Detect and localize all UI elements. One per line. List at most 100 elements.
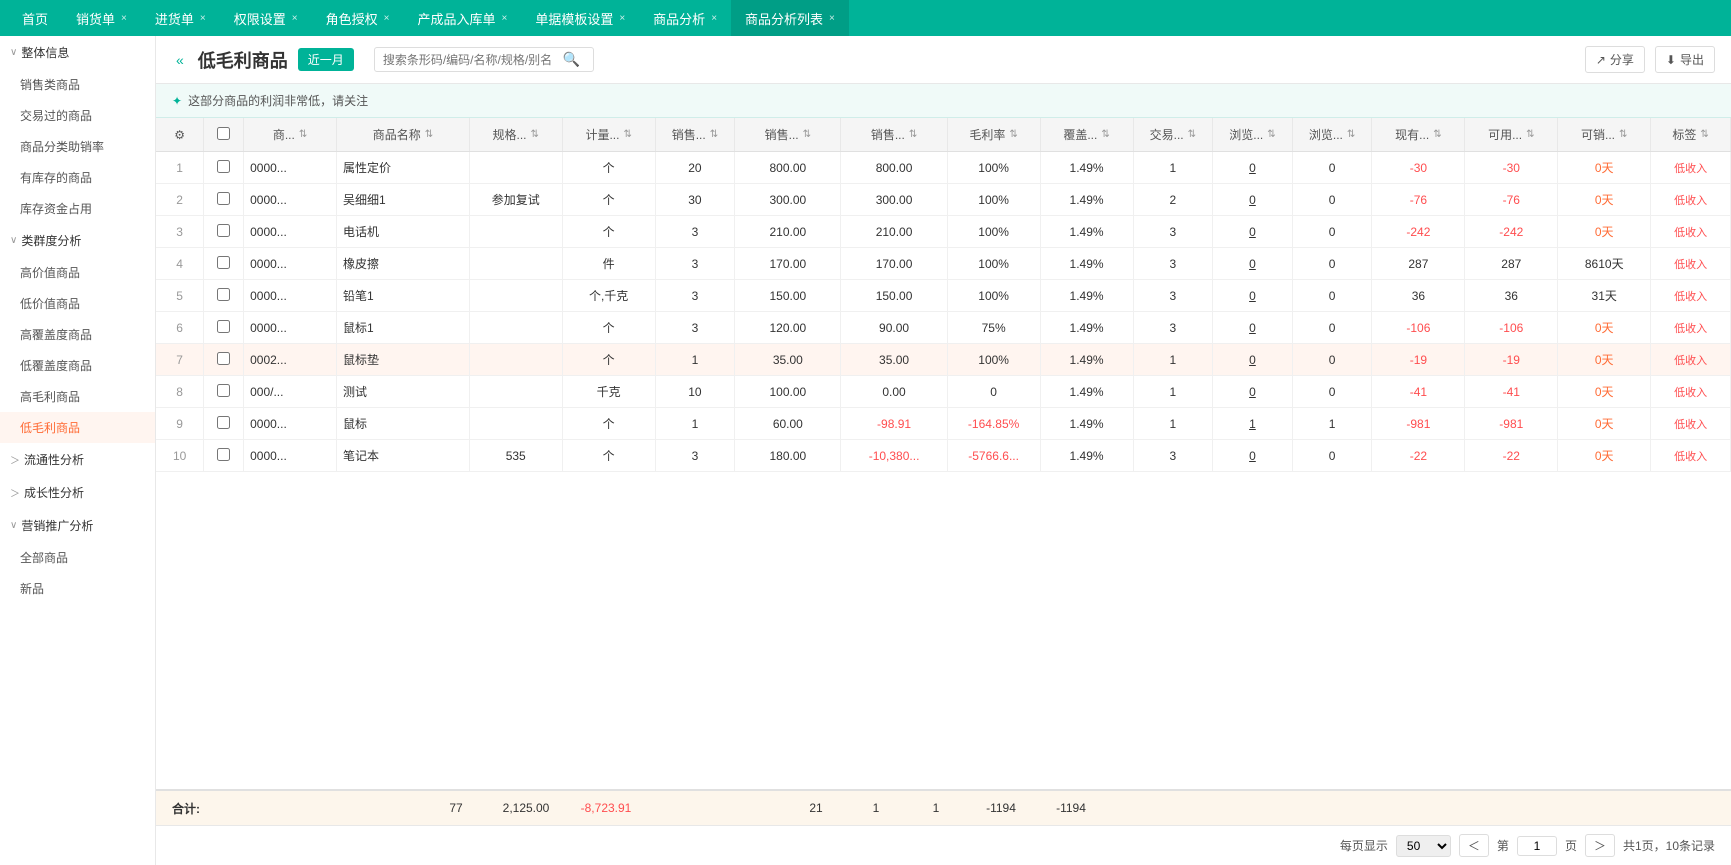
nav-permission[interactable]: 权限设置 × <box>220 0 312 36</box>
nav-home[interactable]: 首页 <box>8 0 62 36</box>
close-icon[interactable]: × <box>200 13 206 24</box>
col-available[interactable]: 可用...⇅ <box>1465 118 1558 152</box>
close-icon[interactable]: × <box>711 13 717 24</box>
col-code[interactable]: 商...⇅ <box>244 118 337 152</box>
sort-icon: ⇅ <box>1347 129 1355 140</box>
row-checkbox[interactable] <box>217 160 230 173</box>
per-page-select[interactable]: 50 100 200 <box>1396 835 1451 857</box>
sidebar-item-stock-capital[interactable]: 库存资金占用 <box>0 193 155 224</box>
cell-checkbox[interactable] <box>204 184 244 216</box>
cell-name: 鼠标垫 <box>337 344 470 376</box>
sidebar-item-high-margin[interactable]: 高毛利商品 <box>0 381 155 412</box>
sidebar-section-header-growth[interactable]: ＞ 成长性分析 <box>0 476 155 509</box>
col-unit[interactable]: 计量...⇅ <box>562 118 655 152</box>
cell-views1[interactable]: 0 <box>1213 344 1293 376</box>
cell-checkbox[interactable] <box>204 280 244 312</box>
cell-views1[interactable]: 0 <box>1213 280 1293 312</box>
row-checkbox[interactable] <box>217 448 230 461</box>
close-icon[interactable]: × <box>619 13 625 24</box>
close-icon[interactable]: × <box>384 13 390 24</box>
cell-views1[interactable]: 1 <box>1213 408 1293 440</box>
sidebar-item-new-products[interactable]: 新品 <box>0 573 155 604</box>
sidebar-section-header-cluster[interactable]: ∨ 类群度分析 <box>0 224 155 257</box>
sidebar-item-all-products[interactable]: 全部商品 <box>0 542 155 573</box>
col-gross-margin[interactable]: 毛利率⇅ <box>947 118 1040 152</box>
nav-template-setting[interactable]: 单据模板设置 × <box>521 0 639 36</box>
row-checkbox[interactable] <box>217 288 230 301</box>
page-input[interactable] <box>1517 836 1557 856</box>
sidebar-collapse-button[interactable]: « <box>172 48 188 72</box>
nav-role-auth[interactable]: 角色授权 × <box>312 0 404 36</box>
nav-product-in[interactable]: 产成品入库单 × <box>403 0 521 36</box>
col-sales-profit[interactable]: 销售...⇅ <box>841 118 947 152</box>
nav-purchase-order[interactable]: 进货单 × <box>141 0 220 36</box>
col-views2[interactable]: 浏览...⇅ <box>1292 118 1372 152</box>
col-views1[interactable]: 浏览...⇅ <box>1213 118 1293 152</box>
sidebar-item-in-stock-products[interactable]: 有库存的商品 <box>0 162 155 193</box>
cell-current-stock: -242 <box>1372 216 1465 248</box>
cell-available: -242 <box>1465 216 1558 248</box>
col-sales-qty[interactable]: 销售...⇅ <box>655 118 735 152</box>
row-checkbox[interactable] <box>217 352 230 365</box>
col-name[interactable]: 商品名称⇅ <box>337 118 470 152</box>
nav-product-analysis-list[interactable]: 商品分析列表 × <box>731 0 849 36</box>
export-button[interactable]: ⬇ 导出 <box>1655 46 1715 73</box>
sidebar-section-header-marketing[interactable]: ∨ 营销推广分析 <box>0 509 155 542</box>
col-coverage[interactable]: 覆盖...⇅ <box>1040 118 1133 152</box>
col-saleable[interactable]: 可销...⇅ <box>1558 118 1651 152</box>
select-all-checkbox[interactable] <box>217 127 230 140</box>
nav-product-analysis[interactable]: 商品分析 × <box>639 0 731 36</box>
cell-views1[interactable]: 0 <box>1213 248 1293 280</box>
search-icon[interactable]: 🔍 <box>563 51 580 68</box>
close-icon[interactable]: × <box>121 13 127 24</box>
sidebar-item-low-value[interactable]: 低价值商品 <box>0 288 155 319</box>
col-spec[interactable]: 规格...⇅ <box>469 118 562 152</box>
row-checkbox[interactable] <box>217 416 230 429</box>
close-icon[interactable]: × <box>501 13 507 24</box>
cell-checkbox[interactable] <box>204 216 244 248</box>
sidebar-item-low-margin[interactable]: 低毛利商品 <box>0 412 155 443</box>
row-checkbox[interactable] <box>217 256 230 269</box>
sidebar-item-sales-products[interactable]: 销售类商品 <box>0 69 155 100</box>
nav-sales-order[interactable]: 销货单 × <box>62 0 141 36</box>
close-icon[interactable]: × <box>292 13 298 24</box>
sidebar-section-header-liquidity[interactable]: ＞ 流通性分析 <box>0 443 155 476</box>
cell-views1[interactable]: 0 <box>1213 184 1293 216</box>
close-icon[interactable]: × <box>829 13 835 24</box>
page-suffix: 页 <box>1565 837 1577 854</box>
next-page-button[interactable]: ＞ <box>1585 834 1615 857</box>
share-button[interactable]: ↗ 分享 <box>1585 46 1645 73</box>
cell-checkbox[interactable] <box>204 152 244 184</box>
date-filter-button[interactable]: 近一月 <box>298 48 354 71</box>
col-sales-amount[interactable]: 销售...⇅ <box>735 118 841 152</box>
cell-checkbox[interactable] <box>204 312 244 344</box>
cell-checkbox[interactable] <box>204 248 244 280</box>
cell-checkbox[interactable] <box>204 408 244 440</box>
search-input[interactable] <box>383 53 563 67</box>
prev-page-button[interactable]: ＜ <box>1459 834 1489 857</box>
row-checkbox[interactable] <box>217 384 230 397</box>
sidebar-item-low-coverage[interactable]: 低覆盖度商品 <box>0 350 155 381</box>
cell-checkbox[interactable] <box>204 376 244 408</box>
cell-checkbox[interactable] <box>204 440 244 472</box>
cell-views1[interactable]: 0 <box>1213 376 1293 408</box>
col-checkbox[interactable] <box>204 118 244 152</box>
col-transactions[interactable]: 交易...⇅ <box>1133 118 1213 152</box>
sidebar-item-category-sales-rate[interactable]: 商品分类助销率 <box>0 131 155 162</box>
sidebar-section-header-overall[interactable]: ∨ 整体信息 <box>0 36 155 69</box>
cell-checkbox[interactable] <box>204 344 244 376</box>
sidebar-item-high-coverage[interactable]: 高覆盖度商品 <box>0 319 155 350</box>
row-checkbox[interactable] <box>217 224 230 237</box>
sidebar-item-high-value[interactable]: 高价值商品 <box>0 257 155 288</box>
col-settings[interactable]: ⚙ <box>156 118 204 152</box>
cell-views1[interactable]: 0 <box>1213 440 1293 472</box>
col-current-stock[interactable]: 现有...⇅ <box>1372 118 1465 152</box>
row-checkbox[interactable] <box>217 320 230 333</box>
footer-total-label: 合计: <box>156 800 426 817</box>
sidebar-item-traded-products[interactable]: 交易过的商品 <box>0 100 155 131</box>
cell-views1[interactable]: 0 <box>1213 312 1293 344</box>
cell-views1[interactable]: 0 <box>1213 152 1293 184</box>
col-tag[interactable]: 标签⇅ <box>1651 118 1731 152</box>
row-checkbox[interactable] <box>217 192 230 205</box>
cell-views1[interactable]: 0 <box>1213 216 1293 248</box>
